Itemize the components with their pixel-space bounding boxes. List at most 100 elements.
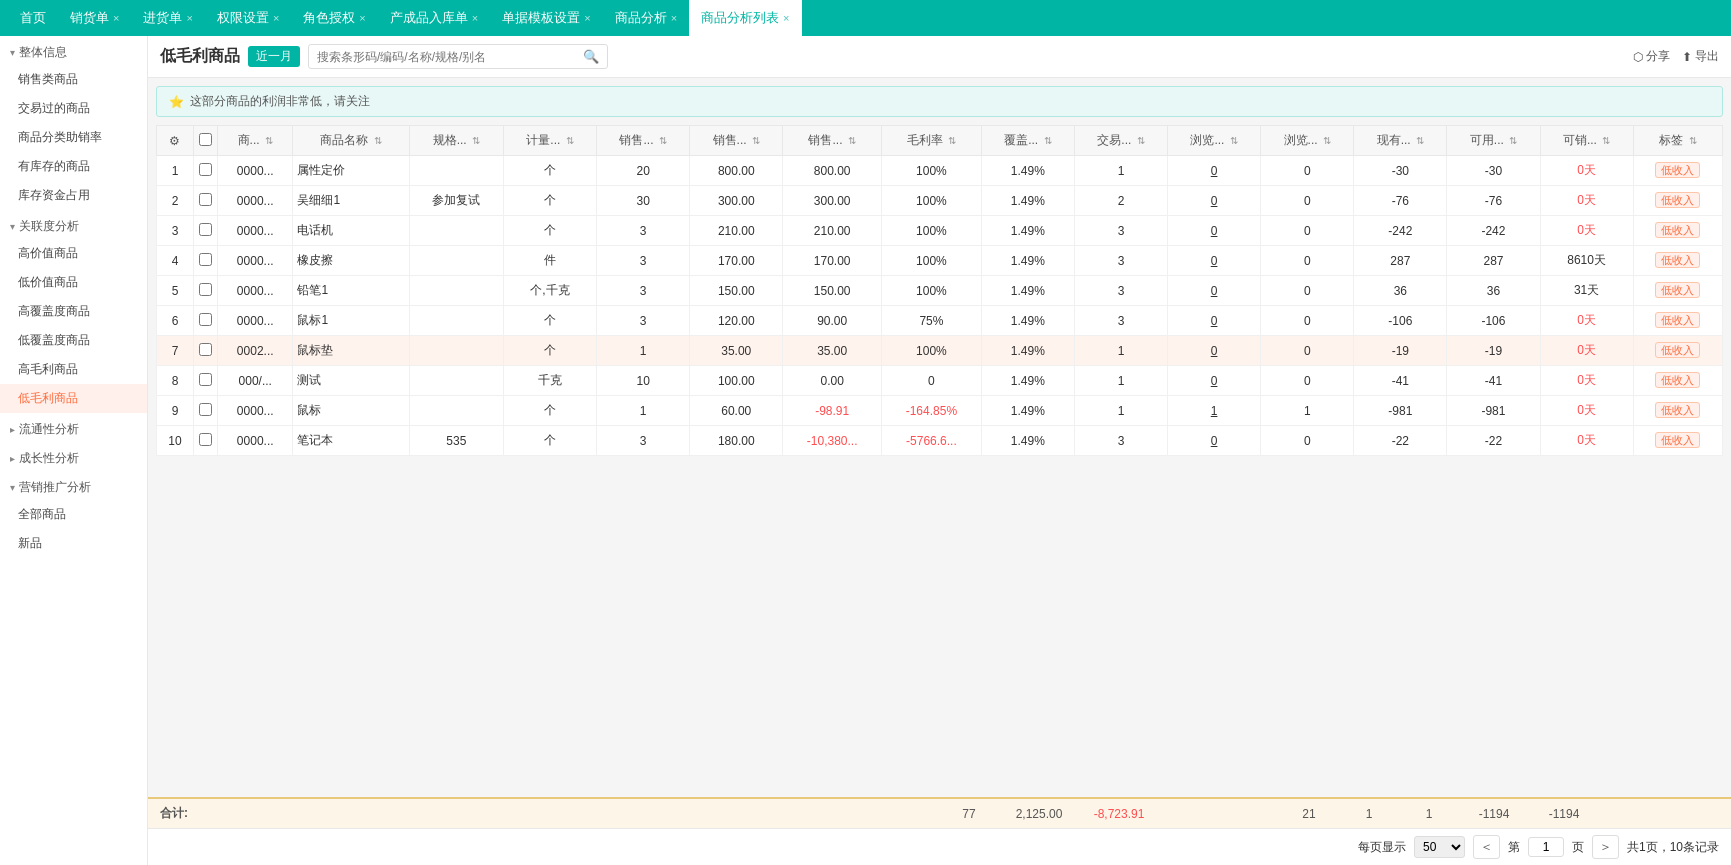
sidebar-item-new-products[interactable]: 新品 xyxy=(0,529,147,558)
sidebar-item-high-margin[interactable]: 高毛利商品 xyxy=(0,355,147,384)
prev-page-button[interactable]: ＜ xyxy=(1473,835,1500,859)
col-unit[interactable]: 计量... ⇅ xyxy=(503,126,596,156)
col-code[interactable]: 商... ⇅ xyxy=(217,126,293,156)
col-saleable[interactable]: 可销... ⇅ xyxy=(1540,126,1633,156)
nav-close-icon[interactable]: × xyxy=(273,12,279,24)
sidebar-item-traded-products[interactable]: 交易过的商品 xyxy=(0,94,147,123)
sidebar-item-low-coverage[interactable]: 低覆盖度商品 xyxy=(0,326,147,355)
col-sales-amount[interactable]: 销售... ⇅ xyxy=(690,126,783,156)
nav-close-icon[interactable]: × xyxy=(584,12,590,24)
col-available[interactable]: 可用... ⇅ xyxy=(1447,126,1540,156)
search-icon[interactable]: 🔍 xyxy=(583,49,599,64)
col-tag[interactable]: 标签 ⇅ xyxy=(1633,126,1722,156)
row-checkbox[interactable] xyxy=(199,193,212,206)
row-view1[interactable]: 0 xyxy=(1168,426,1261,456)
row-view1[interactable]: 0 xyxy=(1168,156,1261,186)
sidebar-item-in-stock[interactable]: 有库存的商品 xyxy=(0,152,147,181)
row-name[interactable]: 铅笔1 xyxy=(293,276,409,306)
nav-product-analysis-list[interactable]: 商品分析列表 × xyxy=(689,0,801,36)
row-tag: 低收入 xyxy=(1633,156,1722,186)
row-view1[interactable]: 0 xyxy=(1168,336,1261,366)
export-button[interactable]: ⬆ 导出 xyxy=(1682,48,1719,65)
nav-close-icon[interactable]: × xyxy=(783,12,789,24)
col-sales-qty[interactable]: 销售... ⇅ xyxy=(597,126,690,156)
sidebar-item-low-margin[interactable]: 低毛利商品 xyxy=(0,384,147,413)
row-view1[interactable]: 0 xyxy=(1168,366,1261,396)
chevron-right-icon: ▸ xyxy=(10,424,15,435)
row-checkbox[interactable] xyxy=(199,403,212,416)
sidebar-item-all-products[interactable]: 全部商品 xyxy=(0,500,147,529)
row-view1[interactable]: 0 xyxy=(1168,186,1261,216)
row-checkbox[interactable] xyxy=(199,313,212,326)
col-coverage[interactable]: 覆盖... ⇅ xyxy=(981,126,1074,156)
nav-close-icon[interactable]: × xyxy=(671,12,677,24)
row-name[interactable]: 测试 xyxy=(293,366,409,396)
col-gross-margin[interactable]: 毛利率 ⇅ xyxy=(882,126,982,156)
row-checkbox[interactable] xyxy=(199,283,212,296)
row-name[interactable]: 鼠标1 xyxy=(293,306,409,336)
current-page-input[interactable] xyxy=(1528,837,1564,857)
nav-close-icon[interactable]: × xyxy=(359,12,365,24)
row-view1[interactable]: 0 xyxy=(1168,306,1261,336)
nav-home[interactable]: 首页 xyxy=(8,0,58,36)
col-current[interactable]: 现有... ⇅ xyxy=(1354,126,1447,156)
nav-role-auth[interactable]: 角色授权 × xyxy=(291,0,377,36)
row-spec xyxy=(409,156,503,186)
col-view2[interactable]: 浏览... ⇅ xyxy=(1261,126,1354,156)
col-spec[interactable]: 规格... ⇅ xyxy=(409,126,503,156)
sidebar-item-high-coverage[interactable]: 高覆盖度商品 xyxy=(0,297,147,326)
search-input[interactable] xyxy=(317,50,579,64)
row-view1[interactable]: 0 xyxy=(1168,216,1261,246)
sidebar-item-sales-products[interactable]: 销售类商品 xyxy=(0,65,147,94)
col-name[interactable]: 商品名称 ⇅ xyxy=(293,126,409,156)
row-name[interactable]: 鼠标 xyxy=(293,396,409,426)
sidebar-item-high-value[interactable]: 高价值商品 xyxy=(0,239,147,268)
sidebar-group-growth[interactable]: ▸ 成长性分析 xyxy=(0,442,147,471)
row-checkbox[interactable] xyxy=(199,163,212,176)
row-checkbox[interactable] xyxy=(199,253,212,266)
col-sales-profit[interactable]: 销售... ⇅ xyxy=(783,126,882,156)
next-page-button[interactable]: ＞ xyxy=(1592,835,1619,859)
row-view1[interactable]: 0 xyxy=(1168,276,1261,306)
row-checkbox[interactable] xyxy=(199,223,212,236)
nav-purchase-order[interactable]: 进货单 × xyxy=(131,0,204,36)
nav-template-settings[interactable]: 单据模板设置 × xyxy=(490,0,602,36)
col-settings[interactable]: ⚙ xyxy=(157,126,194,156)
nav-sales-order[interactable]: 销货单 × xyxy=(58,0,131,36)
nav-close-icon[interactable]: × xyxy=(472,12,478,24)
nav-close-icon[interactable]: × xyxy=(113,12,119,24)
share-button[interactable]: ⬡ 分享 xyxy=(1633,48,1670,65)
sidebar-group-marketing[interactable]: ▾ 营销推广分析 xyxy=(0,471,147,500)
nav-close-icon[interactable]: × xyxy=(186,12,192,24)
row-saleable: 0天 xyxy=(1540,426,1633,456)
col-view1[interactable]: 浏览... ⇅ xyxy=(1168,126,1261,156)
sidebar-group-liquidity[interactable]: ▸ 流通性分析 xyxy=(0,413,147,442)
nav-product-analysis[interactable]: 商品分析 × xyxy=(603,0,689,36)
row-name[interactable]: 鼠标垫 xyxy=(293,336,409,366)
sidebar-group-relevance[interactable]: ▾ 关联度分析 xyxy=(0,210,147,239)
table-row: 1 0000... 属性定价 个 20 800.00 800.00 100% 1… xyxy=(157,156,1723,186)
row-view1[interactable]: 0 xyxy=(1168,246,1261,276)
nav-product-entry[interactable]: 产成品入库单 × xyxy=(378,0,490,36)
sidebar-item-low-value[interactable]: 低价值商品 xyxy=(0,268,147,297)
row-name[interactable]: 属性定价 xyxy=(293,156,409,186)
col-transaction[interactable]: 交易... ⇅ xyxy=(1074,126,1167,156)
page-size-select[interactable]: 50 100 200 xyxy=(1414,836,1465,858)
row-name[interactable]: 笔记本 xyxy=(293,426,409,456)
select-all-checkbox[interactable] xyxy=(199,133,212,146)
sidebar-item-category-sales-rate[interactable]: 商品分类助销率 xyxy=(0,123,147,152)
row-checkbox[interactable] xyxy=(199,343,212,356)
row-name[interactable]: 橡皮擦 xyxy=(293,246,409,276)
row-checkbox-cell xyxy=(193,396,217,426)
row-unit: 个 xyxy=(503,426,596,456)
time-tag-button[interactable]: 近一月 xyxy=(248,46,300,67)
row-name[interactable]: 电话机 xyxy=(293,216,409,246)
row-checkbox[interactable] xyxy=(199,373,212,386)
sidebar-group-overall[interactable]: ▾ 整体信息 xyxy=(0,36,147,65)
sidebar-item-stock-capital[interactable]: 库存资金占用 xyxy=(0,181,147,210)
row-name[interactable]: 吴细细1 xyxy=(293,186,409,216)
nav-permission-settings[interactable]: 权限设置 × xyxy=(205,0,291,36)
row-checkbox[interactable] xyxy=(199,433,212,446)
row-view1[interactable]: 1 xyxy=(1168,396,1261,426)
row-sales-amount: 150.00 xyxy=(690,276,783,306)
